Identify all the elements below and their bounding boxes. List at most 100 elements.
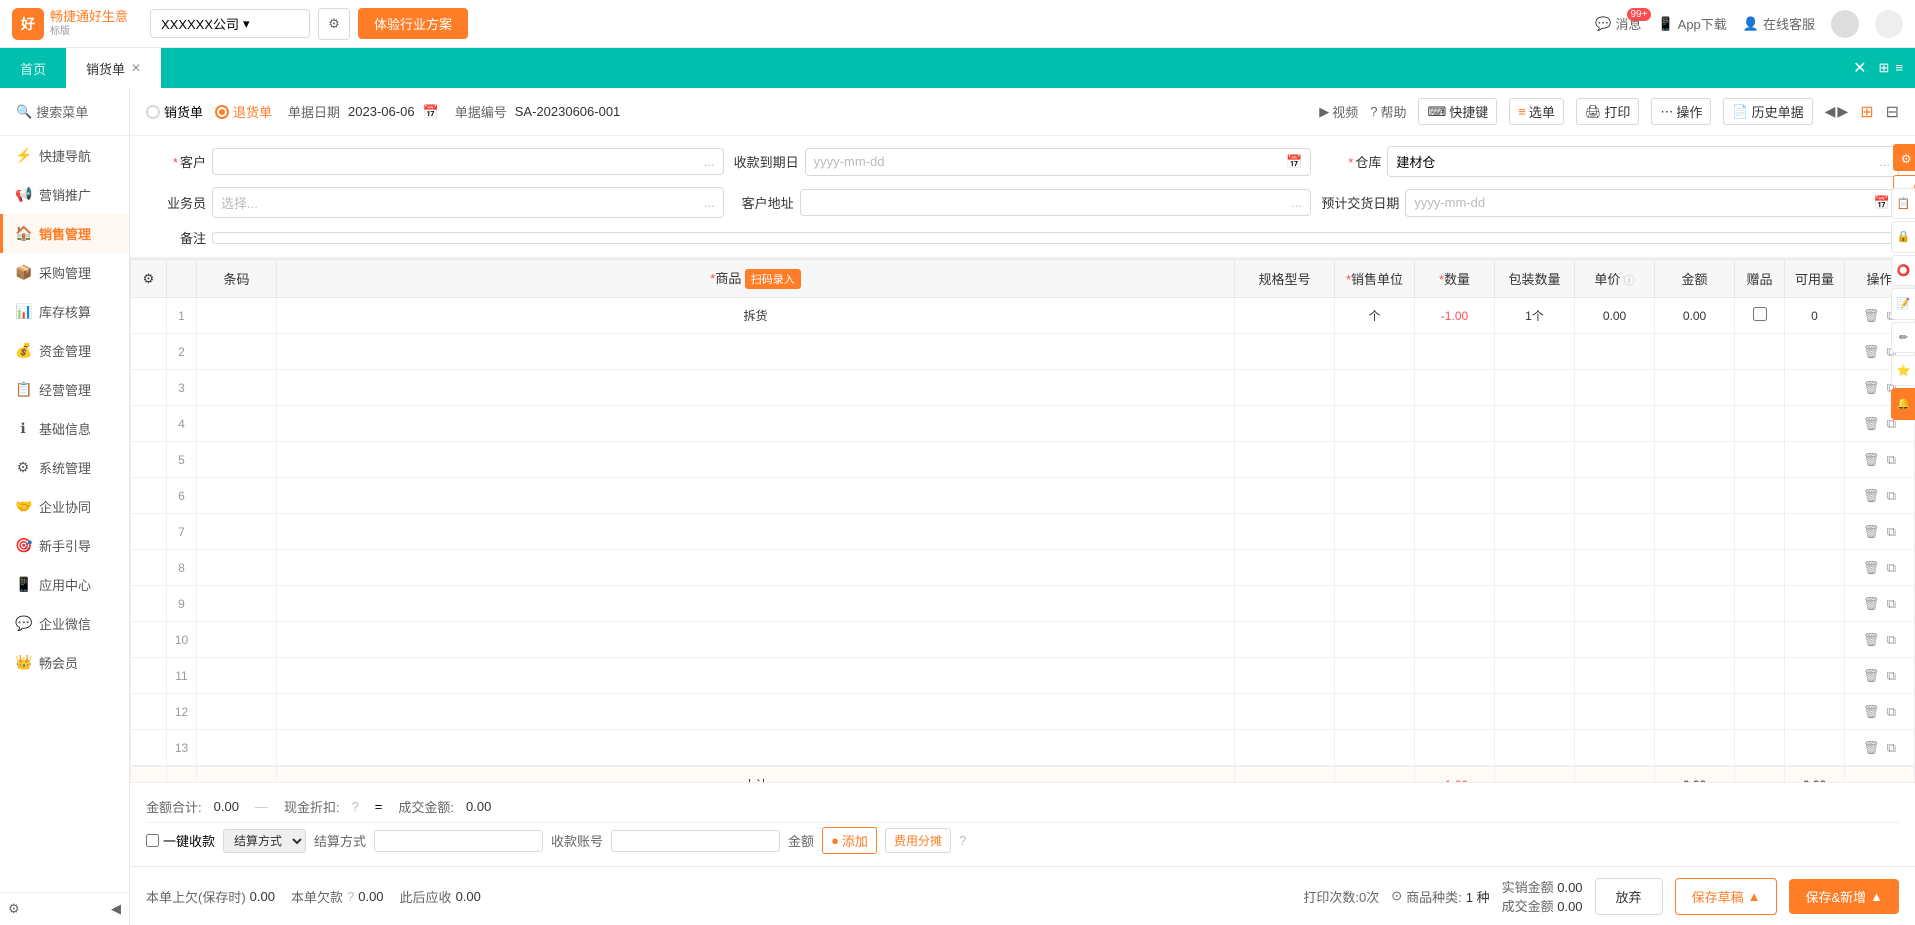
cell-quantity[interactable]	[1415, 442, 1495, 478]
notes-input[interactable]	[212, 232, 1899, 244]
table-icon[interactable]: ⊟	[1886, 102, 1899, 122]
cell-quantity[interactable]	[1415, 370, 1495, 406]
debt-help-icon[interactable]: ?	[347, 889, 354, 904]
cell-spec[interactable]	[1235, 622, 1335, 658]
delivery-date-input[interactable]: yyyy-mm-dd 📅	[1405, 189, 1899, 217]
cell-spec[interactable]	[1235, 550, 1335, 586]
cell-unit[interactable]: 个	[1335, 298, 1415, 334]
cell-quantity[interactable]	[1415, 730, 1495, 766]
float-btn-3[interactable]: ⭕	[1891, 255, 1915, 286]
app-download-button[interactable]: 📱 App下载	[1657, 14, 1726, 33]
delete-icon[interactable]: 🗑	[1863, 524, 1880, 539]
cell-gift[interactable]	[1735, 406, 1785, 442]
cell-spec[interactable]	[1235, 406, 1335, 442]
copy-icon[interactable]: ⧉	[1887, 668, 1896, 683]
cell-unit[interactable]	[1335, 550, 1415, 586]
delete-icon[interactable]: 🗑	[1863, 380, 1880, 395]
cell-goods[interactable]	[277, 334, 1235, 370]
delete-icon[interactable]: 🗑	[1863, 308, 1880, 323]
cell-quantity[interactable]	[1415, 586, 1495, 622]
cell-amount[interactable]	[1655, 658, 1735, 694]
discard-button[interactable]: 放弃	[1595, 878, 1663, 915]
fee-split-button[interactable]: 费用分摊	[885, 828, 951, 853]
sidebar-item-system[interactable]: ⚙ 系统管理	[0, 448, 129, 487]
sidebar-item-quick-nav[interactable]: ⚡ 快捷导航	[0, 136, 129, 175]
cell-unit-price[interactable]	[1575, 658, 1655, 694]
cell-pack-qty[interactable]	[1495, 442, 1575, 478]
sidebar-item-inventory[interactable]: 📊 库存核算	[0, 292, 129, 331]
cell-barcode[interactable]	[197, 622, 277, 658]
cell-amount[interactable]	[1655, 406, 1735, 442]
cell-spec[interactable]	[1235, 694, 1335, 730]
trial-button[interactable]: 体验行业方案	[358, 8, 468, 39]
float-btn-1[interactable]: 📋	[1891, 188, 1915, 219]
cell-quantity[interactable]	[1415, 514, 1495, 550]
cell-gift[interactable]	[1735, 298, 1785, 334]
close-tab-button[interactable]: ✕	[1853, 58, 1866, 78]
cell-spec[interactable]	[1235, 442, 1335, 478]
cell-barcode[interactable]	[197, 298, 277, 334]
cell-unit-price[interactable]	[1575, 406, 1655, 442]
cell-unit-price[interactable]	[1575, 514, 1655, 550]
cell-amount[interactable]	[1655, 370, 1735, 406]
message-button[interactable]: 💬 消息 99+	[1595, 14, 1641, 33]
copy-icon[interactable]: ⧉	[1887, 524, 1896, 539]
float-btn-6[interactable]: ⭐	[1891, 355, 1915, 386]
cell-goods[interactable]	[277, 586, 1235, 622]
history-button[interactable]: 📄 历史单据	[1723, 98, 1812, 125]
pay-date-input[interactable]: yyyy-mm-dd 📅	[805, 148, 1312, 176]
cell-goods[interactable]	[277, 550, 1235, 586]
float-btn-5[interactable]: ✏	[1891, 322, 1915, 353]
scan-button[interactable]: 扫码录入	[745, 269, 801, 289]
cell-unit-price[interactable]	[1575, 586, 1655, 622]
save-new-button[interactable]: 保存&新增 ▲	[1789, 879, 1899, 914]
cell-unit[interactable]	[1335, 514, 1415, 550]
sidebar-item-marketing[interactable]: 📢 营销推广	[0, 175, 129, 214]
cell-gift[interactable]	[1735, 442, 1785, 478]
list-view-icon[interactable]: ≡	[1895, 60, 1903, 76]
tab-home[interactable]: 首页	[0, 48, 66, 88]
float-btn-2[interactable]: 🔒	[1891, 221, 1915, 252]
cell-barcode[interactable]	[197, 694, 277, 730]
cell-amount[interactable]	[1655, 694, 1735, 730]
cell-unit-price[interactable]	[1575, 730, 1655, 766]
cell-barcode[interactable]	[197, 406, 277, 442]
cell-pack-qty[interactable]	[1495, 370, 1575, 406]
cell-barcode[interactable]	[197, 442, 277, 478]
operate-button[interactable]: ⋯ 操作	[1651, 98, 1711, 125]
delete-icon[interactable]: 🗑	[1863, 740, 1880, 755]
cell-gift[interactable]	[1735, 550, 1785, 586]
radio-sales-order[interactable]: 销货单	[146, 102, 203, 121]
cell-pack-qty[interactable]	[1495, 586, 1575, 622]
fee-help-icon[interactable]: ?	[959, 833, 966, 848]
cell-pack-qty[interactable]	[1495, 406, 1575, 442]
cell-unit[interactable]	[1335, 586, 1415, 622]
cell-spec[interactable]	[1235, 370, 1335, 406]
address-input[interactable]: ...	[800, 189, 1312, 216]
cell-quantity[interactable]	[1415, 658, 1495, 694]
sidebar-item-member[interactable]: 👑 畅会员	[0, 643, 129, 682]
cell-barcode[interactable]	[197, 478, 277, 514]
avatar-extra[interactable]	[1875, 10, 1903, 38]
cell-pack-qty[interactable]	[1495, 730, 1575, 766]
cell-pack-qty[interactable]	[1495, 478, 1575, 514]
cell-goods[interactable]	[277, 730, 1235, 766]
tab-sales-order[interactable]: 销货单 ✕	[66, 48, 161, 88]
cell-gift[interactable]	[1735, 586, 1785, 622]
grid-view-icon[interactable]: ⊞	[1879, 60, 1890, 76]
delete-icon[interactable]: 🗑	[1863, 488, 1880, 503]
cell-barcode[interactable]	[197, 370, 277, 406]
cell-amount[interactable]	[1655, 514, 1735, 550]
cell-gift[interactable]	[1735, 478, 1785, 514]
search-menu-button[interactable]: 🔍 搜索菜单	[8, 96, 121, 127]
cell-gift[interactable]	[1735, 514, 1785, 550]
cell-goods[interactable]	[277, 694, 1235, 730]
cell-unit-price[interactable]	[1575, 478, 1655, 514]
cell-spec[interactable]	[1235, 730, 1335, 766]
sidebar-item-sales[interactable]: 🏠 销售管理	[0, 214, 129, 253]
delete-icon[interactable]: 🗑	[1863, 416, 1880, 431]
cell-quantity[interactable]	[1415, 334, 1495, 370]
cell-spec[interactable]	[1235, 586, 1335, 622]
nav-prev-icon[interactable]: ◀	[1825, 103, 1836, 120]
cell-pack-qty[interactable]	[1495, 334, 1575, 370]
